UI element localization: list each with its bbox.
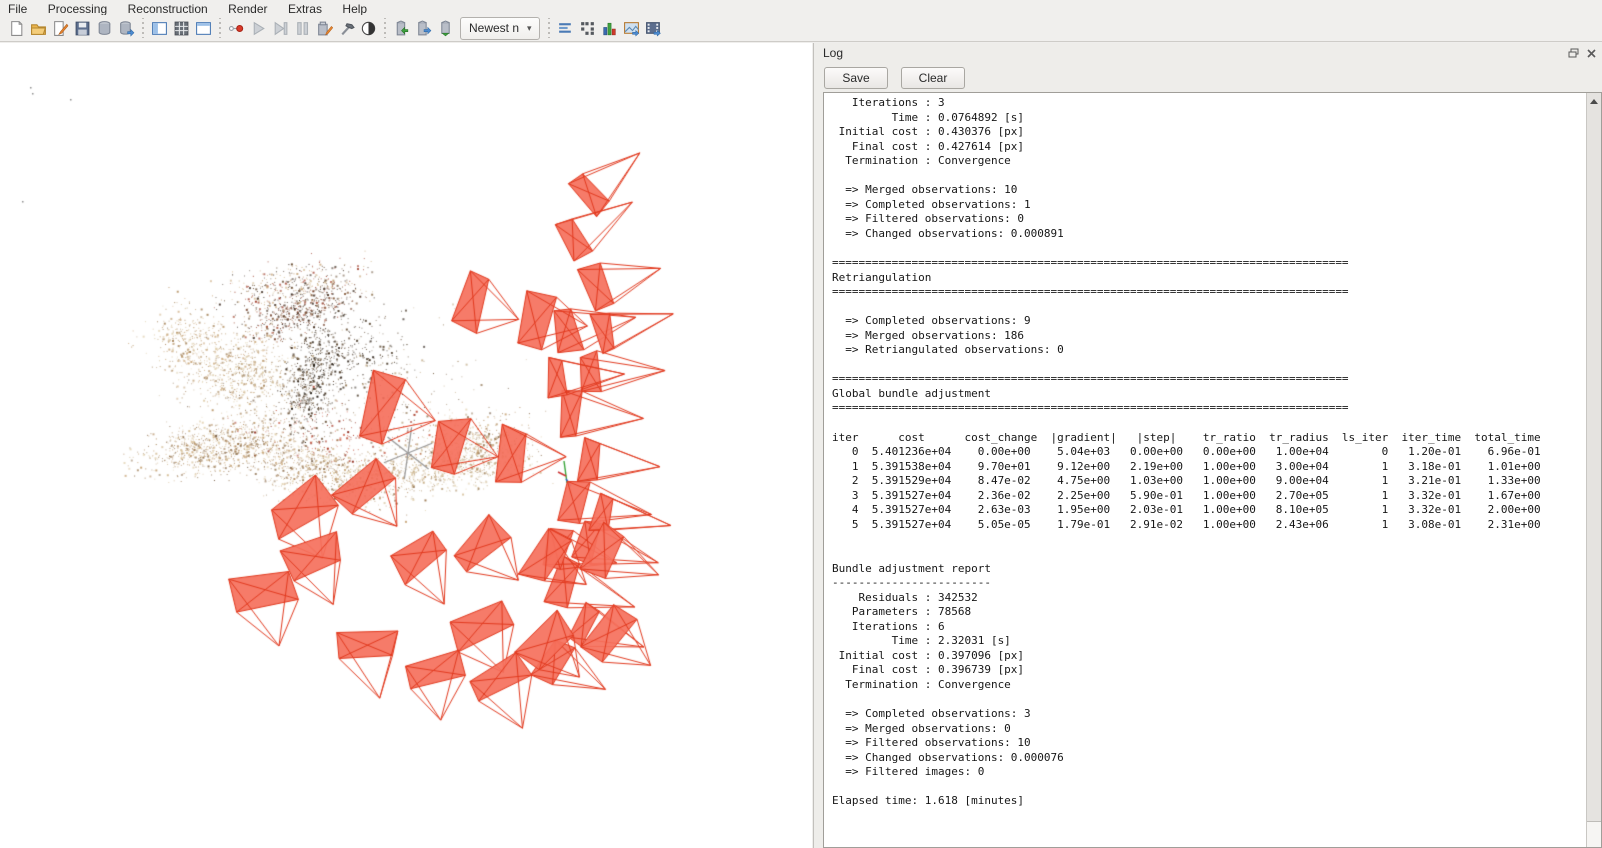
reconstruct-next-image-button[interactable] <box>269 17 291 40</box>
grab-movie-button[interactable] <box>643 17 665 40</box>
statistics-button[interactable] <box>599 17 621 40</box>
dock-close-button[interactable] <box>1584 46 1598 60</box>
panel-window-icon <box>151 21 167 35</box>
database-icon <box>98 20 110 35</box>
bar-chart-icon <box>603 22 616 35</box>
update-model-button[interactable] <box>434 17 456 40</box>
scrollbar-thumb[interactable] <box>1587 821 1601 847</box>
play-icon <box>253 21 265 35</box>
edit-file-icon <box>53 20 68 36</box>
scrollbar-up-button[interactable] <box>1587 95 1601 108</box>
edit-project-button[interactable] <box>49 17 71 40</box>
hammer-icon <box>340 22 355 35</box>
record-path-icon <box>228 24 243 32</box>
close-icon <box>1586 48 1596 58</box>
match-matrix-button[interactable] <box>577 17 599 40</box>
toolbar-separator <box>381 18 388 38</box>
start-reconstruction-button[interactable] <box>247 17 269 40</box>
automatic-reconstruction-button[interactable] <box>225 17 247 40</box>
render-options-button[interactable] <box>357 17 379 40</box>
framed-window-icon <box>195 21 211 35</box>
feature-extraction-button[interactable] <box>148 17 170 40</box>
clear-log-button[interactable]: Clear <box>901 67 965 89</box>
open-folder-icon <box>30 23 46 35</box>
export-model-button[interactable] <box>115 17 137 40</box>
toolbar-separator <box>545 18 553 38</box>
model-selector-dropdown[interactable]: Newest n ▾ <box>460 16 540 40</box>
pause-icon <box>296 21 308 35</box>
open-project-button[interactable] <box>27 17 49 40</box>
log-button[interactable] <box>555 17 577 40</box>
contrast-icon <box>361 21 375 35</box>
building-export-icon <box>417 19 431 35</box>
log-text-content: Iterations : 3 Time : 0.0764892 [s] Init… <box>832 96 1541 808</box>
toolbar: Newest n ▾ <box>0 15 1602 42</box>
log-scrollbar[interactable] <box>1586 93 1601 847</box>
grid-table-icon <box>174 21 188 35</box>
dock-float-button[interactable] <box>1566 46 1580 60</box>
film-icon <box>646 21 661 37</box>
import-images-button[interactable] <box>390 17 412 40</box>
step-forward-icon <box>274 21 287 35</box>
dense-reconstruction-button[interactable] <box>335 17 357 40</box>
log-dock-title: Log <box>823 46 844 60</box>
screenshot-icon <box>624 21 640 37</box>
pause-reconstruction-button[interactable] <box>291 17 313 40</box>
bundle-adjustment-button[interactable] <box>313 17 335 40</box>
adjust-model-icon <box>317 21 333 35</box>
float-window-icon <box>1568 48 1578 57</box>
toolbar-separator <box>216 18 223 38</box>
log-lines-icon <box>559 22 571 33</box>
model-selector-value: Newest n <box>469 21 520 35</box>
save-log-button[interactable]: Save <box>824 67 888 89</box>
model-viewport[interactable] <box>0 43 812 848</box>
building-import-icon <box>396 19 408 35</box>
matrix-icon <box>581 21 594 35</box>
chevron-down-icon: ▾ <box>527 22 532 33</box>
grab-image-button[interactable] <box>621 17 643 40</box>
new-file-icon <box>10 20 22 36</box>
save-project-button[interactable] <box>71 17 93 40</box>
building-update-icon <box>440 19 450 36</box>
toolbar-separator <box>139 18 146 38</box>
import-model-button[interactable] <box>93 17 115 40</box>
log-dock-panel: Log Save Clear Iterations : 3 Time : 0.0… <box>813 43 1602 848</box>
new-project-button[interactable] <box>5 17 27 40</box>
log-text-area[interactable]: Iterations : 3 Time : 0.0764892 [s] Init… <box>823 92 1602 848</box>
database-export-icon <box>119 20 134 37</box>
export-images-button[interactable] <box>412 17 434 40</box>
database-management-button[interactable] <box>192 17 214 40</box>
feature-matching-button[interactable] <box>170 17 192 40</box>
save-icon <box>75 21 89 35</box>
log-dock-header: Log <box>814 43 1602 63</box>
menu-bar: File Processing Reconstruction Render Ex… <box>0 0 1602 16</box>
up-arrow-icon <box>1590 99 1598 104</box>
